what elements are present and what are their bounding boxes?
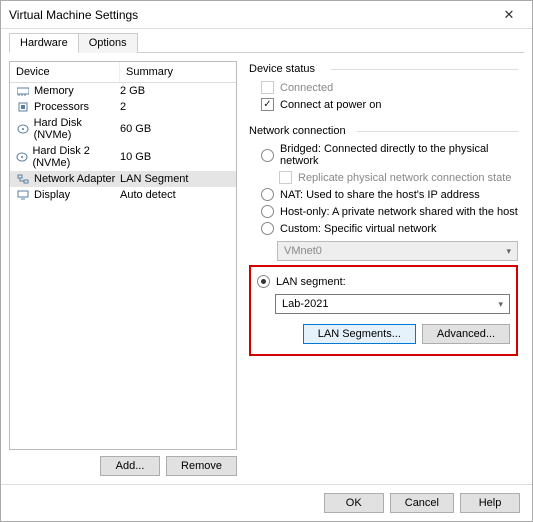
device-name: Hard Disk (NVMe) — [34, 117, 120, 141]
connected-label: Connected — [280, 82, 333, 94]
device-table: Device Summary Memory 2 GB Processors — [9, 61, 237, 450]
footer: OK Cancel Help — [1, 484, 532, 521]
lan-segment-highlight: LAN segment: Lab-2021 ▾ LAN Segments... … — [249, 265, 518, 356]
header-summary[interactable]: Summary — [120, 62, 236, 82]
nat-label: NAT: Used to share the host's IP address — [280, 189, 480, 201]
memory-icon — [16, 85, 30, 97]
lansegment-label: LAN segment: — [276, 276, 346, 288]
device-summary: 2 GB — [120, 85, 230, 97]
display-icon — [16, 189, 30, 201]
cpu-icon — [16, 101, 30, 113]
table-row[interactable]: Hard Disk 2 (NVMe) 10 GB — [10, 143, 236, 171]
header-device[interactable]: Device — [10, 62, 120, 82]
device-summary: 10 GB — [120, 151, 230, 163]
close-icon[interactable]: ✕ — [494, 7, 524, 23]
replicate-checkbox — [279, 171, 292, 184]
bridged-label: Bridged: Connected directly to the physi… — [280, 143, 518, 167]
tabstrip: Hardware Options — [1, 29, 532, 53]
chevron-down-icon: ▾ — [498, 299, 503, 310]
window: Virtual Machine Settings ✕ Hardware Opti… — [0, 0, 533, 522]
help-button[interactable]: Help — [460, 493, 520, 513]
group-device-status: Device status Connected Connect at power… — [249, 63, 518, 113]
disk-icon — [16, 123, 30, 135]
disk-icon — [16, 151, 28, 163]
left-panel: Device Summary Memory 2 GB Processors — [9, 61, 237, 476]
remove-button[interactable]: Remove — [166, 456, 237, 476]
titlebar: Virtual Machine Settings ✕ — [1, 1, 532, 29]
ok-button[interactable]: OK — [324, 493, 384, 513]
device-summary: 60 GB — [120, 123, 230, 135]
table-row[interactable]: Memory 2 GB — [10, 83, 236, 99]
device-table-header: Device Summary — [10, 62, 236, 83]
lansegment-select[interactable]: Lab-2021 ▾ — [275, 294, 510, 314]
device-summary: 2 — [120, 101, 230, 113]
dialog-body: Device Summary Memory 2 GB Processors — [1, 53, 532, 484]
device-name: Display — [34, 189, 70, 201]
device-name: Memory — [34, 85, 74, 97]
device-summary: Auto detect — [120, 189, 230, 201]
lansegment-value: Lab-2021 — [282, 298, 329, 310]
tab-options[interactable]: Options — [78, 33, 138, 53]
cancel-button[interactable]: Cancel — [390, 493, 454, 513]
network-icon — [16, 173, 30, 185]
replicate-label: Replicate physical network connection st… — [298, 172, 511, 184]
group-network-connection: Network connection Bridged: Connected di… — [249, 125, 518, 356]
connect-poweron-label: Connect at power on — [280, 99, 382, 111]
lan-segments-button[interactable]: LAN Segments... — [303, 324, 416, 344]
group-title: Device status — [249, 63, 518, 75]
custom-vmnet-value: VMnet0 — [284, 245, 322, 257]
connect-poweron-checkbox[interactable] — [261, 98, 274, 111]
table-row[interactable]: Hard Disk (NVMe) 60 GB — [10, 115, 236, 143]
custom-radio[interactable] — [261, 222, 274, 235]
table-row[interactable]: Network Adapter LAN Segment — [10, 171, 236, 187]
device-name: Hard Disk 2 (NVMe) — [32, 145, 120, 169]
left-button-row: Add... Remove — [9, 456, 237, 476]
table-row[interactable]: Display Auto detect — [10, 187, 236, 203]
right-panel: Device status Connected Connect at power… — [247, 61, 524, 476]
window-title: Virtual Machine Settings — [9, 8, 494, 22]
chevron-down-icon: ▾ — [506, 246, 511, 257]
custom-label: Custom: Specific virtual network — [280, 223, 437, 235]
group-title: Network connection — [249, 125, 518, 137]
nat-radio[interactable] — [261, 188, 274, 201]
lansegment-radio[interactable] — [257, 275, 270, 288]
device-name: Network Adapter — [34, 173, 115, 185]
hostonly-radio[interactable] — [261, 205, 274, 218]
device-name: Processors — [34, 101, 89, 113]
bridged-radio[interactable] — [261, 149, 274, 162]
hostonly-label: Host-only: A private network shared with… — [280, 206, 518, 218]
device-summary: LAN Segment — [120, 173, 230, 185]
table-row[interactable]: Processors 2 — [10, 99, 236, 115]
add-button[interactable]: Add... — [100, 456, 160, 476]
tab-hardware[interactable]: Hardware — [9, 33, 79, 53]
connected-checkbox — [261, 81, 274, 94]
custom-vmnet-select: VMnet0 ▾ — [277, 241, 518, 261]
advanced-button[interactable]: Advanced... — [422, 324, 510, 344]
